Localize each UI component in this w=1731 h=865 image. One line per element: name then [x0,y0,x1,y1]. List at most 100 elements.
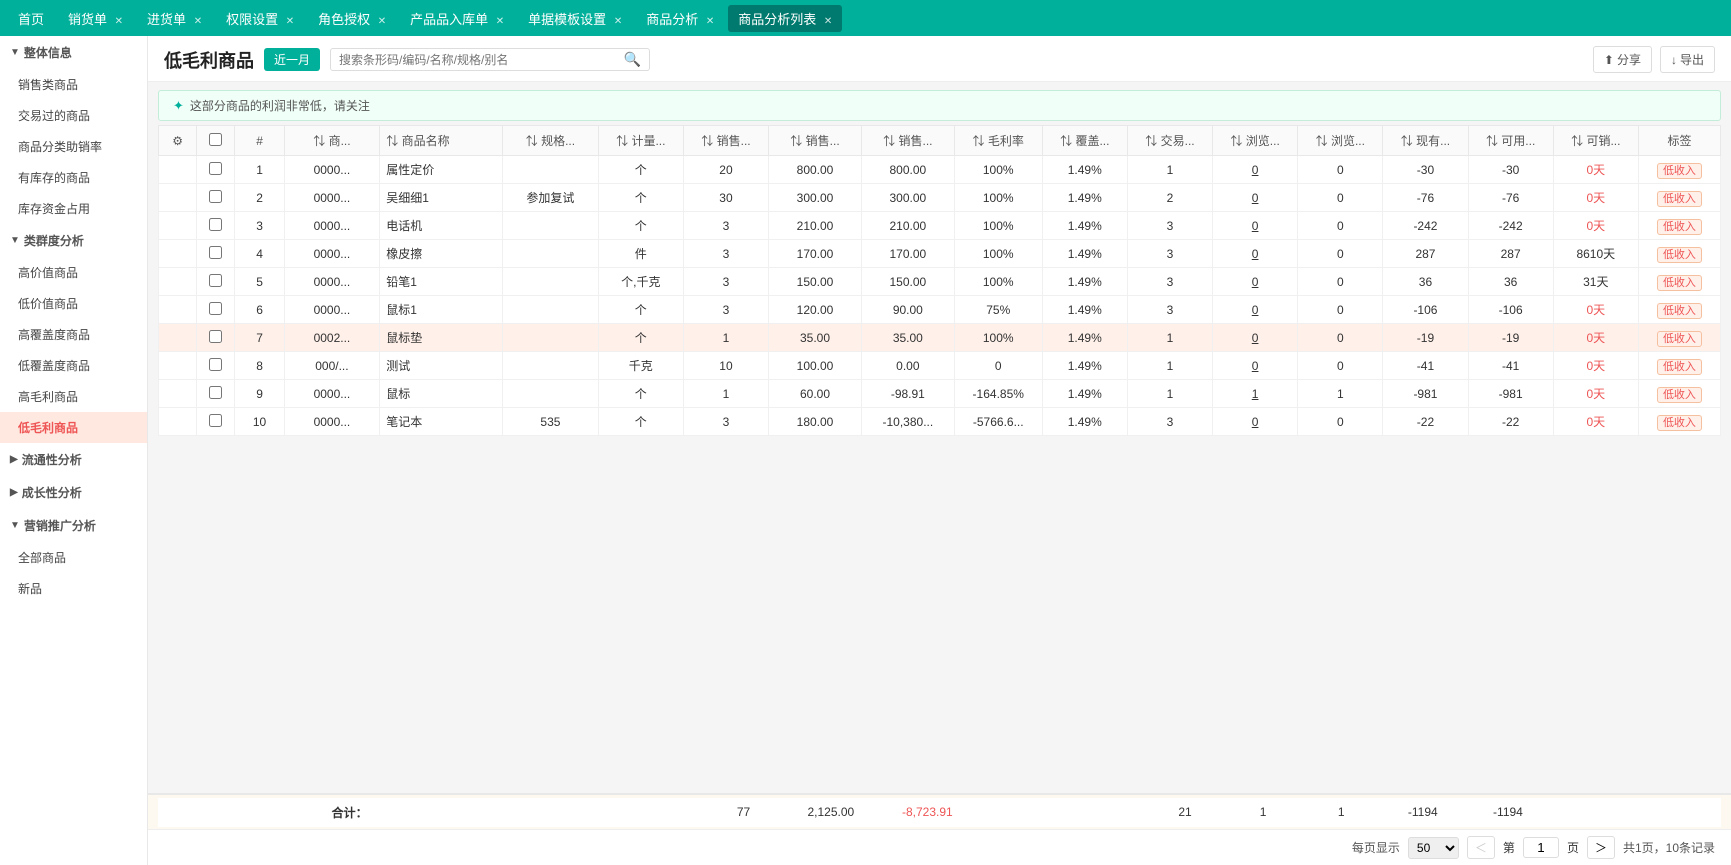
row-checkbox[interactable] [209,358,222,371]
sidebar-item-traded[interactable]: 交易过的商品 [0,100,147,131]
sidebar-item-all-goods[interactable]: 全部商品 [0,542,147,573]
sidebar-item-category-rate[interactable]: 商品分类助销率 [0,131,147,162]
row-checkbox[interactable] [209,302,222,315]
col-stock-header[interactable]: ⇅ 现有... [1383,126,1468,156]
nav-purchase-close[interactable]: ✕ [194,16,202,27]
settings-cell [159,296,197,324]
sidebar-item-in-stock[interactable]: 有库存的商品 [0,162,147,193]
col-view2-header[interactable]: ⇅ 浏览... [1298,126,1383,156]
col-settings[interactable]: ⚙ [159,126,197,156]
row-checkbox[interactable] [209,162,222,175]
row-tag: 低收入 [1638,408,1720,436]
nav-sales-close[interactable]: ✕ [115,16,123,27]
checkbox-cell[interactable] [197,268,235,296]
row-view1[interactable]: 0 [1213,296,1298,324]
search-input[interactable] [339,53,624,67]
checkbox-cell[interactable] [197,352,235,380]
col-cover-header[interactable]: ⇅ 覆盖... [1042,126,1127,156]
row-gross-rate: 0 [954,352,1042,380]
nav-goods-analysis-list[interactable]: 商品分析列表 ✕ [728,5,842,32]
col-avail-header[interactable]: ⇅ 可用... [1468,126,1553,156]
prev-page-button[interactable]: ＜ [1467,836,1495,859]
row-view1[interactable]: 0 [1213,156,1298,184]
row-spec [503,352,599,380]
checkbox-cell[interactable] [197,408,235,436]
nav-home[interactable]: 首页 [8,5,54,32]
nav-permission-close[interactable]: ✕ [286,16,294,27]
col-code-header[interactable]: ⇅ 商... [284,126,380,156]
row-checkbox[interactable] [209,330,222,343]
row-code: 0000... [284,268,380,296]
col-sale-price-header[interactable]: ⇅ 销售... [769,126,862,156]
col-trade-header[interactable]: ⇅ 交易... [1127,126,1212,156]
col-spec-header[interactable]: ⇅ 规格... [503,126,599,156]
row-checkbox[interactable] [209,274,222,287]
col-tag-header[interactable]: 标签 [1638,126,1720,156]
col-gross-header[interactable]: ⇅ 毛利率 [954,126,1042,156]
row-view1[interactable]: 1 [1213,380,1298,408]
checkbox-cell[interactable] [197,324,235,352]
search-icon[interactable]: 🔍 [624,51,641,68]
page-input[interactable] [1523,837,1559,858]
share-button[interactable]: ⬆ 分享 [1593,46,1652,73]
page-size-select[interactable]: 50 100 [1408,837,1459,859]
sidebar-item-high-coverage[interactable]: 高覆盖度商品 [0,319,147,350]
sidebar-item-low-coverage[interactable]: 低覆盖度商品 [0,350,147,381]
row-checkbox[interactable] [209,414,222,427]
col-view1-header[interactable]: ⇅ 浏览... [1213,126,1298,156]
col-name-header[interactable]: ⇅ 商品名称 [380,126,503,156]
col-checkbox-all[interactable] [197,126,235,156]
nav-goods-analysis-close[interactable]: ✕ [706,16,714,27]
checkbox-cell[interactable] [197,156,235,184]
row-checkbox[interactable] [209,218,222,231]
nav-purchase[interactable]: 进货单 ✕ [137,5,212,32]
nav-product-entry-close[interactable]: ✕ [496,16,504,27]
checkbox-cell[interactable] [197,240,235,268]
nav-permission[interactable]: 权限设置 ✕ [216,5,304,32]
row-gross-rate: -5766.6... [954,408,1042,436]
sidebar-item-high-value[interactable]: 高价值商品 [0,257,147,288]
row-view1[interactable]: 0 [1213,324,1298,352]
sidebar-group-growth[interactable]: ▶ 成长性分析 [0,476,147,509]
sidebar-group-cluster[interactable]: ▼ 类群度分析 [0,224,147,257]
sidebar-item-capital[interactable]: 库存资金占用 [0,193,147,224]
nav-template-close[interactable]: ✕ [614,16,622,27]
row-view1[interactable]: 0 [1213,184,1298,212]
col-sale-amount-header[interactable]: ⇅ 销售... [861,126,954,156]
sidebar-group-marketing[interactable]: ▼ 营销推广分析 [0,509,147,542]
row-checkbox[interactable] [209,386,222,399]
checkbox-cell[interactable] [197,380,235,408]
next-page-button[interactable]: ＞ [1587,836,1615,859]
row-avail: -106 [1468,296,1553,324]
row-checkbox[interactable] [209,246,222,259]
nav-template[interactable]: 单据模板设置 ✕ [518,5,632,32]
nav-role[interactable]: 角色授权 ✕ [308,5,396,32]
sidebar-group-overall[interactable]: ▼ 整体信息 [0,36,147,69]
row-view1[interactable]: 0 [1213,240,1298,268]
sidebar-item-new-goods[interactable]: 新品 [0,573,147,604]
checkbox-cell[interactable] [197,184,235,212]
row-view1[interactable]: 0 [1213,268,1298,296]
nav-role-close[interactable]: ✕ [378,16,386,27]
select-all-checkbox[interactable] [209,133,222,146]
checkbox-cell[interactable] [197,212,235,240]
col-sellable-header[interactable]: ⇅ 可销... [1553,126,1638,156]
col-unit-header[interactable]: ⇅ 计量... [598,126,683,156]
nav-goods-analysis-list-close[interactable]: ✕ [824,16,832,27]
checkbox-cell[interactable] [197,296,235,324]
row-checkbox[interactable] [209,190,222,203]
col-sale-qty-header[interactable]: ⇅ 销售... [683,126,768,156]
row-view1[interactable]: 0 [1213,408,1298,436]
sidebar-item-high-margin[interactable]: 高毛利商品 [0,381,147,412]
sidebar-group-flow[interactable]: ▶ 流通性分析 [0,443,147,476]
sidebar-item-sales-goods[interactable]: 销售类商品 [0,69,147,100]
export-button[interactable]: ↓ 导出 [1660,46,1715,73]
nav-sales[interactable]: 销货单 ✕ [58,5,133,32]
row-view1[interactable]: 0 [1213,212,1298,240]
sidebar-item-low-margin[interactable]: 低毛利商品 [0,412,147,443]
date-filter-button[interactable]: 近一月 [264,48,320,71]
sidebar-item-low-value[interactable]: 低价值商品 [0,288,147,319]
nav-goods-analysis[interactable]: 商品分析 ✕ [636,5,724,32]
row-view1[interactable]: 0 [1213,352,1298,380]
nav-product-entry[interactable]: 产品品入库单 ✕ [400,5,514,32]
